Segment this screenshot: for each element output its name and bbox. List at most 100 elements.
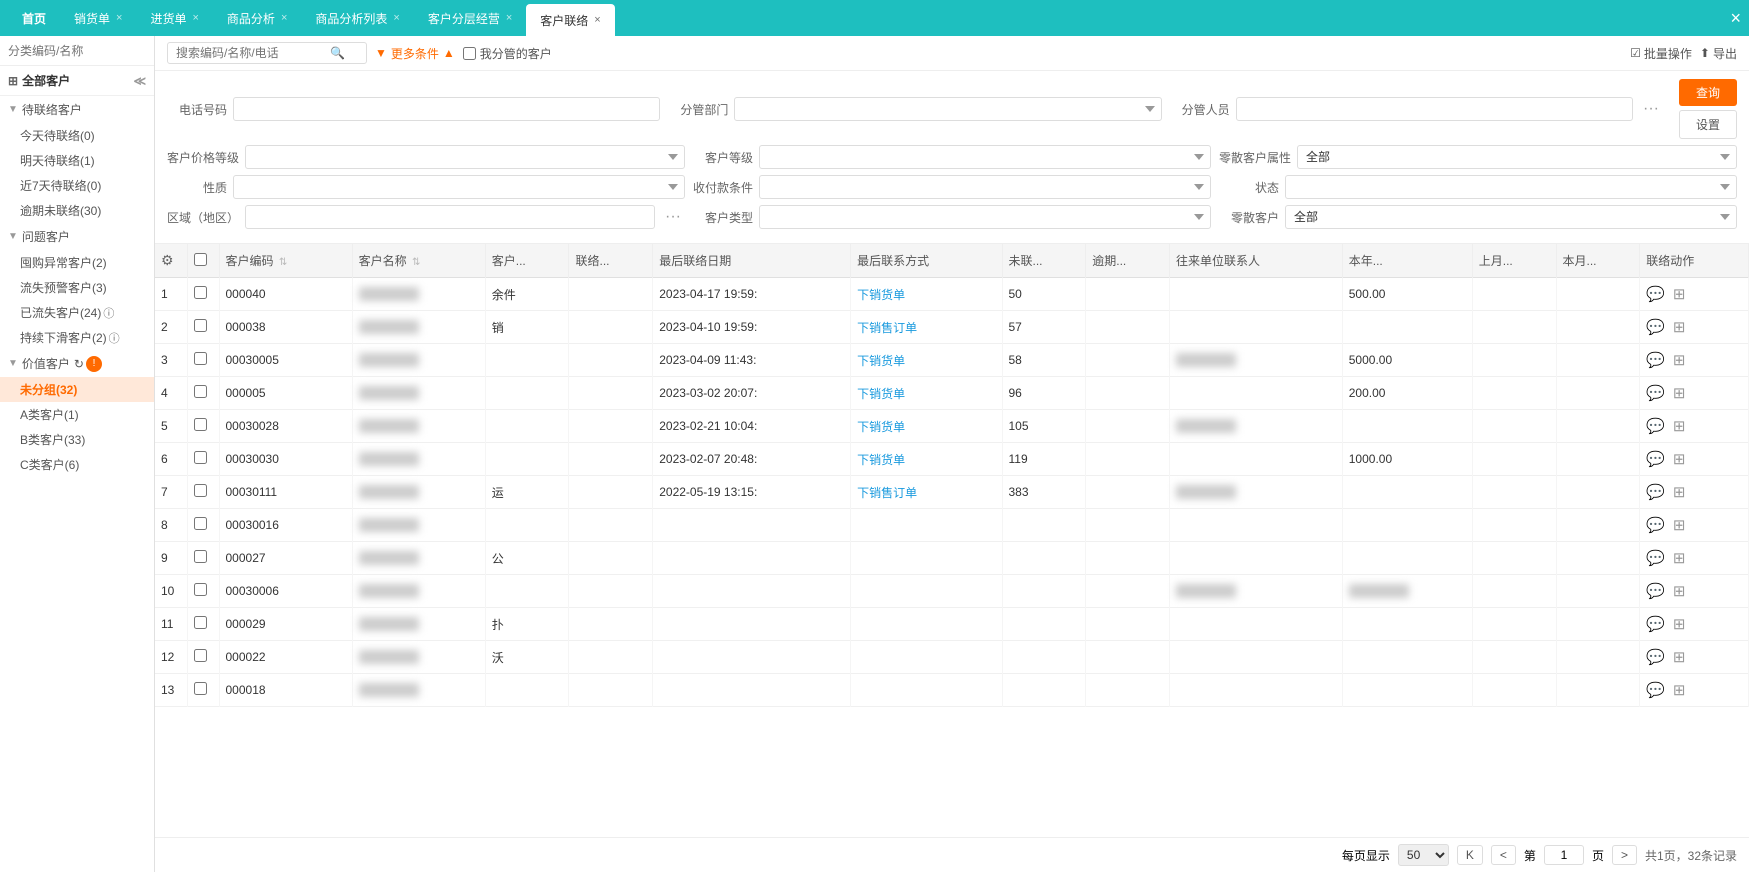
filter-search-icon[interactable]: 🔍 [330,46,345,60]
zero-retail-select[interactable]: 全部 [1285,205,1737,229]
value-refresh-icon[interactable]: ↻ [74,357,84,371]
sidebar-item-declining[interactable]: 持续下滑客户(2) ⓘ [0,325,154,350]
dept-select[interactable] [734,97,1161,121]
sidebar-item-overdue[interactable]: 逾期未联络(30) [0,198,154,223]
more-action-icon[interactable]: ⊞ [1673,417,1686,435]
last-method-link[interactable]: 下销售订单 [857,486,917,500]
my-customers-check[interactable] [463,47,476,60]
nav-tab-home[interactable]: 首页 [8,0,60,36]
last-method-link[interactable]: 下销货单 [857,420,905,434]
more-action-icon[interactable]: ⊞ [1673,483,1686,501]
sidebar-search-input[interactable] [8,44,155,58]
reset-btn[interactable]: 设置 [1679,110,1737,139]
sidebar-item-today[interactable]: 今天待联络(0) [0,123,154,148]
row-checkbox[interactable] [194,682,207,695]
product-analysis-tab-close[interactable]: × [281,12,287,24]
sidebar-item-tomorrow[interactable]: 明天待联络(1) [0,148,154,173]
zero-retail-attr-select[interactable]: 全部 [1297,145,1737,169]
row-checkbox[interactable] [194,484,207,497]
customer-contact-tab-close[interactable]: × [594,14,600,26]
phone-input[interactable] [233,97,660,121]
nav-tab-purchase[interactable]: 进货单 × [136,0,212,36]
chat-action-icon[interactable]: 💬 [1646,516,1665,534]
more-action-icon[interactable]: ⊞ [1673,450,1686,468]
customer-type-select[interactable] [759,205,1211,229]
row-checkbox[interactable] [194,616,207,629]
row-checkbox[interactable] [194,517,207,530]
query-btn[interactable]: 查询 [1679,79,1737,106]
sidebar-item-b-class[interactable]: B类客户(33) [0,427,154,452]
chat-action-icon[interactable]: 💬 [1646,285,1665,303]
sidebar-item-near7[interactable]: 近7天待联络(0) [0,173,154,198]
prev-page-btn[interactable]: < [1491,845,1516,865]
nav-tab-customer-contact[interactable]: 客户联络 × [526,4,614,36]
chat-action-icon[interactable]: 💬 [1646,549,1665,567]
person-input[interactable] [1236,97,1633,121]
sales-tab-close[interactable]: × [116,12,122,24]
sidebar-item-churn-risk[interactable]: 流失预警客户(3) [0,275,154,300]
more-action-icon[interactable]: ⊞ [1673,318,1686,336]
region-more-icon[interactable]: ··· [661,208,685,226]
more-action-icon[interactable]: ⊞ [1673,285,1686,303]
product-analysis-list-tab-close[interactable]: × [393,12,399,24]
more-action-icon[interactable]: ⊞ [1673,648,1686,666]
first-page-btn[interactable]: K [1457,845,1483,865]
payment-select[interactable] [759,175,1211,199]
more-action-icon[interactable]: ⊞ [1673,384,1686,402]
chat-action-icon[interactable]: 💬 [1646,615,1665,633]
row-checkbox[interactable] [194,418,207,431]
last-method-link[interactable]: 下销售订单 [857,321,917,335]
chat-action-icon[interactable]: 💬 [1646,450,1665,468]
last-method-link[interactable]: 下销货单 [857,453,905,467]
price-level-select[interactable] [245,145,685,169]
sidebar-collapse-btn[interactable]: ≪ [133,74,146,88]
filter-search-input[interactable] [176,46,326,60]
more-action-icon[interactable]: ⊞ [1673,516,1686,534]
table-settings-icon[interactable]: ⚙ [161,252,174,268]
col-code-sort[interactable]: ⇅ [279,257,287,268]
nav-tab-sales[interactable]: 销货单 × [60,0,136,36]
more-action-icon[interactable]: ⊞ [1673,582,1686,600]
status-select[interactable] [1285,175,1737,199]
chat-action-icon[interactable]: 💬 [1646,318,1665,336]
per-page-select[interactable]: 50 100 [1398,844,1449,866]
nav-tab-product-analysis-list[interactable]: 商品分析列表 × [301,0,413,36]
chat-action-icon[interactable]: 💬 [1646,417,1665,435]
row-checkbox[interactable] [194,286,207,299]
row-checkbox[interactable] [194,649,207,662]
all-customers-header[interactable]: ⊞ 全部客户 ≪ [0,66,154,96]
my-customers-checkbox[interactable]: 我分管的客户 [463,45,552,62]
row-checkbox[interactable] [194,550,207,563]
next-page-btn[interactable]: > [1612,845,1637,865]
row-checkbox[interactable] [194,352,207,365]
sidebar-group-pending[interactable]: ▼ 待联络客户 [0,96,154,123]
sidebar-group-problem[interactable]: ▼ 问题客户 [0,223,154,250]
last-method-link[interactable]: 下销货单 [857,354,905,368]
nav-tab-product-analysis[interactable]: 商品分析 × [213,0,301,36]
customer-level-select[interactable] [759,145,1211,169]
more-action-icon[interactable]: ⊞ [1673,615,1686,633]
last-method-link[interactable]: 下销货单 [857,387,905,401]
sidebar-group-value[interactable]: ▼ 价值客户 ↻ ! [0,350,154,377]
chat-action-icon[interactable]: 💬 [1646,483,1665,501]
row-checkbox[interactable] [194,583,207,596]
chat-action-icon[interactable]: 💬 [1646,582,1665,600]
sidebar-item-lost[interactable]: 已流失客户(24) ⓘ [0,300,154,325]
nature-select[interactable] [233,175,685,199]
sidebar-item-ungraded[interactable]: 未分组(32) [0,377,154,402]
person-more-icon[interactable]: ··· [1639,100,1663,118]
more-conditions-btn[interactable]: ▼ 更多条件 ▲ [375,45,455,62]
row-checkbox[interactable] [194,385,207,398]
last-method-link[interactable]: 下销货单 [857,288,905,302]
more-action-icon[interactable]: ⊞ [1673,681,1686,699]
purchase-tab-close[interactable]: × [192,12,198,24]
customer-segment-tab-close[interactable]: × [506,12,512,24]
col-name-sort[interactable]: ⇅ [412,257,420,268]
window-close-btn[interactable]: × [1730,8,1741,29]
sidebar-item-abnormal[interactable]: 囤购异常客户(2) [0,250,154,275]
chat-action-icon[interactable]: 💬 [1646,648,1665,666]
chat-action-icon[interactable]: 💬 [1646,351,1665,369]
bulk-op-btn[interactable]: ☑ 批量操作 [1630,45,1692,62]
row-checkbox[interactable] [194,451,207,464]
chat-action-icon[interactable]: 💬 [1646,384,1665,402]
